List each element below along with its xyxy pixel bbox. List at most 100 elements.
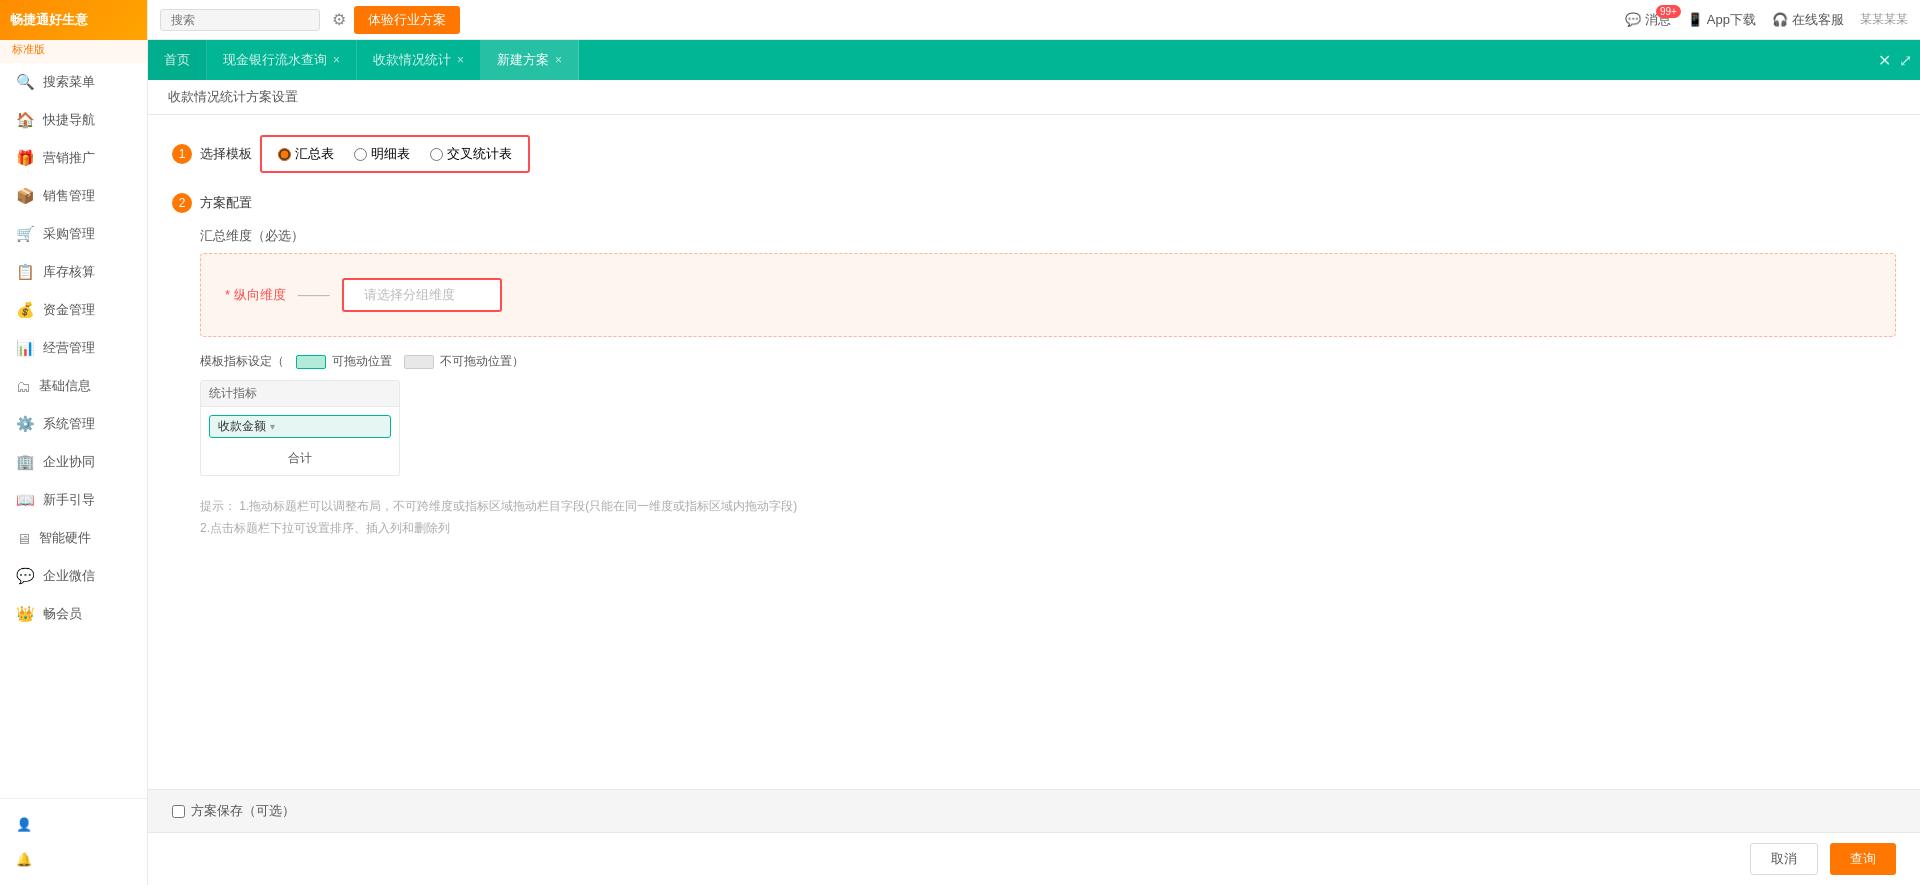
action-bar: 取消 查询 [148, 832, 1920, 885]
sidebar-item-search[interactable]: 🔍 搜索菜单 [0, 63, 147, 101]
operations-label: 经营管理 [43, 339, 95, 357]
dimension-section: 汇总维度（必选） * 纵向维度 —— 请选择分组维度 [200, 227, 1896, 337]
app-download-btn[interactable]: 📱 App下载 [1687, 11, 1756, 29]
sidebar-item-extra2[interactable]: 🔔 [0, 842, 147, 877]
sidebar-item-extra1[interactable]: 👤 [0, 807, 147, 842]
tip-1: 提示： 1.拖动标题栏可以调整布局，不可跨维度或指标区域拖动栏目字段(只能在同一… [200, 496, 1896, 518]
radio-crosstab[interactable]: 交叉统计表 [430, 145, 512, 163]
sidebar-edition: 标准版 [0, 40, 147, 63]
radio-crosstab-label: 交叉统计表 [447, 145, 512, 163]
radio-crosstab-input[interactable] [430, 148, 443, 161]
metrics-subtag: 合计 [201, 446, 399, 475]
radio-summary-input[interactable] [278, 148, 291, 161]
content-area: 收款情况统计方案设置 1 选择模板 汇总表 明细表 [148, 80, 1920, 885]
sidebar-item-smart-hw[interactable]: 🖥智能硬件 [0, 519, 147, 557]
tabs-container: 首页现金银行流水查询×收款情况统计×新建方案× [148, 40, 1878, 80]
corp-wechat-icon: 💬 [16, 567, 35, 585]
message-btn[interactable]: 💬 消息 99+ [1625, 11, 1671, 29]
tab-receipts-stat[interactable]: 收款情况统计 × [357, 40, 481, 80]
step2-section: 2 方案配置 汇总维度（必选） * 纵向维度 —— 请选择分组维度 [172, 193, 1896, 539]
query-button[interactable]: 查询 [1830, 843, 1896, 875]
legend-draggable-box [296, 355, 326, 369]
radio-detail[interactable]: 明细表 [354, 145, 410, 163]
radio-summary[interactable]: 汇总表 [278, 145, 334, 163]
save-plan-input[interactable] [172, 805, 185, 818]
tab-new-plan[interactable]: 新建方案× [481, 40, 579, 80]
sidebar-extra2-icon: 🔔 [16, 852, 32, 867]
quick-nav-label: 快捷导航 [43, 111, 95, 129]
save-plan-checkbox[interactable]: 方案保存（可选） [172, 802, 295, 820]
expand-window-btn[interactable]: ⤢ [1899, 51, 1912, 70]
step2-badge: 2 [172, 193, 192, 213]
step2-header: 2 方案配置 [172, 193, 1896, 213]
cancel-button[interactable]: 取消 [1750, 843, 1818, 875]
online-service-label: 在线客服 [1792, 11, 1844, 29]
tab-bank-flow-label: 现金银行流水查询 [223, 51, 327, 69]
corp-collab-label: 企业协同 [43, 453, 95, 471]
system-label: 系统管理 [43, 415, 95, 433]
breadcrumb: 收款情况统计方案设置 [168, 89, 298, 104]
tab-bank-flow-close[interactable]: × [333, 53, 340, 67]
metrics-tag-label: 收款金额 [218, 418, 266, 435]
sidebar-item-member[interactable]: 👑畅会员 [0, 595, 147, 633]
search-icon: 🔍 [16, 73, 35, 91]
dim-arrow-icon: —— [298, 286, 330, 304]
tip-2: 2.点击标题栏下拉可设置排序、插入列和删除列 [200, 518, 1896, 540]
dim-label: * 纵向维度 [225, 286, 286, 304]
system-icon: ⚙️ [16, 415, 35, 433]
tab-receipts-stat-close[interactable]: × [457, 53, 464, 67]
online-service-btn[interactable]: 🎧 在线客服 [1772, 11, 1844, 29]
tab-receipts-stat-label: 收款情况统计 [373, 51, 451, 69]
dim-placeholder[interactable]: 请选择分组维度 [342, 278, 502, 312]
tab-new-plan-close[interactable]: × [555, 53, 562, 67]
sidebar-item-finance[interactable]: 💰资金管理 [0, 291, 147, 329]
close-window-btn[interactable]: ✕ [1878, 51, 1891, 70]
sidebar-item-base-info[interactable]: 🗂基础信息 [0, 367, 147, 405]
app-icon: 📱 [1687, 12, 1703, 27]
metrics-tag-revenue[interactable]: 收款金额 ▾ [209, 415, 391, 438]
trial-btn[interactable]: 体验行业方案 [354, 6, 460, 34]
dimension-title: 汇总维度（必选） [200, 227, 1896, 245]
dim-row: * 纵向维度 —— 请选择分组维度 [225, 278, 1871, 312]
sidebar: 畅捷通好生意 标准版 🔍 搜索菜单 🏠 快捷导航 🎁 营销推广 📦销售管理🛒采购管理📋库存核… [0, 0, 148, 885]
legend-draggable: 可拖动位置 [296, 353, 392, 370]
sidebar-item-corp-collab[interactable]: 🏢企业协同 [0, 443, 147, 481]
gear-icon[interactable]: ⚙ [332, 10, 346, 29]
sidebar-item-corp-wechat[interactable]: 💬企业微信 [0, 557, 147, 595]
topbar-right: 💬 消息 99+ 📱 App下载 🎧 在线客服 某某某某 [1625, 11, 1908, 29]
sidebar-item-purchase[interactable]: 🛒采购管理 [0, 215, 147, 253]
metrics-area: 统计指标 收款金额 ▾ 合计 [200, 380, 400, 476]
sidebar-item-quick-nav[interactable]: 🏠 快捷导航 [0, 101, 147, 139]
step1-badge: 1 [172, 144, 192, 164]
sidebar-item-operations[interactable]: 📊经营管理 [0, 329, 147, 367]
tab-home[interactable]: 首页 [148, 40, 207, 80]
sidebar-item-newbie-guide[interactable]: 📖新手引导 [0, 481, 147, 519]
marketing-label: 营销推广 [43, 149, 95, 167]
tab-bank-flow[interactable]: 现金银行流水查询 × [207, 40, 357, 80]
smart-hw-label: 智能硬件 [39, 529, 91, 547]
marketing-icon: 🎁 [16, 149, 35, 167]
sidebar-item-system[interactable]: ⚙️ 系统管理 [0, 405, 147, 443]
sidebar-item-sales[interactable]: 📦销售管理 [0, 177, 147, 215]
member-icon: 👑 [16, 605, 35, 623]
tabbar: 首页现金银行流水查询×收款情况统计×新建方案× ✕ ⤢ [148, 40, 1920, 80]
topbar: ⚙ 体验行业方案 💬 消息 99+ 📱 App下载 🎧 在线客服 某某某某 [148, 0, 1920, 40]
base-info-label: 基础信息 [39, 377, 91, 395]
legend-undraggable-box [404, 355, 434, 369]
legend-draggable-label: 可拖动位置 [332, 353, 392, 370]
sidebar-item-marketing[interactable]: 🎁 营销推广 [0, 139, 147, 177]
step1-header: 1 选择模板 汇总表 明细表 交叉统计表 [172, 135, 1896, 173]
chevron-down-icon: ▾ [270, 421, 275, 432]
radio-detail-input[interactable] [354, 148, 367, 161]
save-plan-label: 方案保存（可选） [191, 802, 295, 820]
inventory-label: 库存核算 [43, 263, 95, 281]
search-label: 搜索菜单 [43, 73, 95, 91]
legend-undraggable: 不可拖动位置） [404, 353, 524, 370]
quick-nav-icon: 🏠 [16, 111, 35, 129]
logo-text: 畅捷通好生意 [10, 11, 88, 29]
step1-title: 选择模板 [200, 145, 252, 163]
sidebar-item-inventory[interactable]: 📋库存核算 [0, 253, 147, 291]
sidebar-bottom: 👤 🔔 [0, 798, 147, 885]
search-input[interactable] [160, 9, 320, 31]
tab-home-label: 首页 [164, 51, 190, 69]
